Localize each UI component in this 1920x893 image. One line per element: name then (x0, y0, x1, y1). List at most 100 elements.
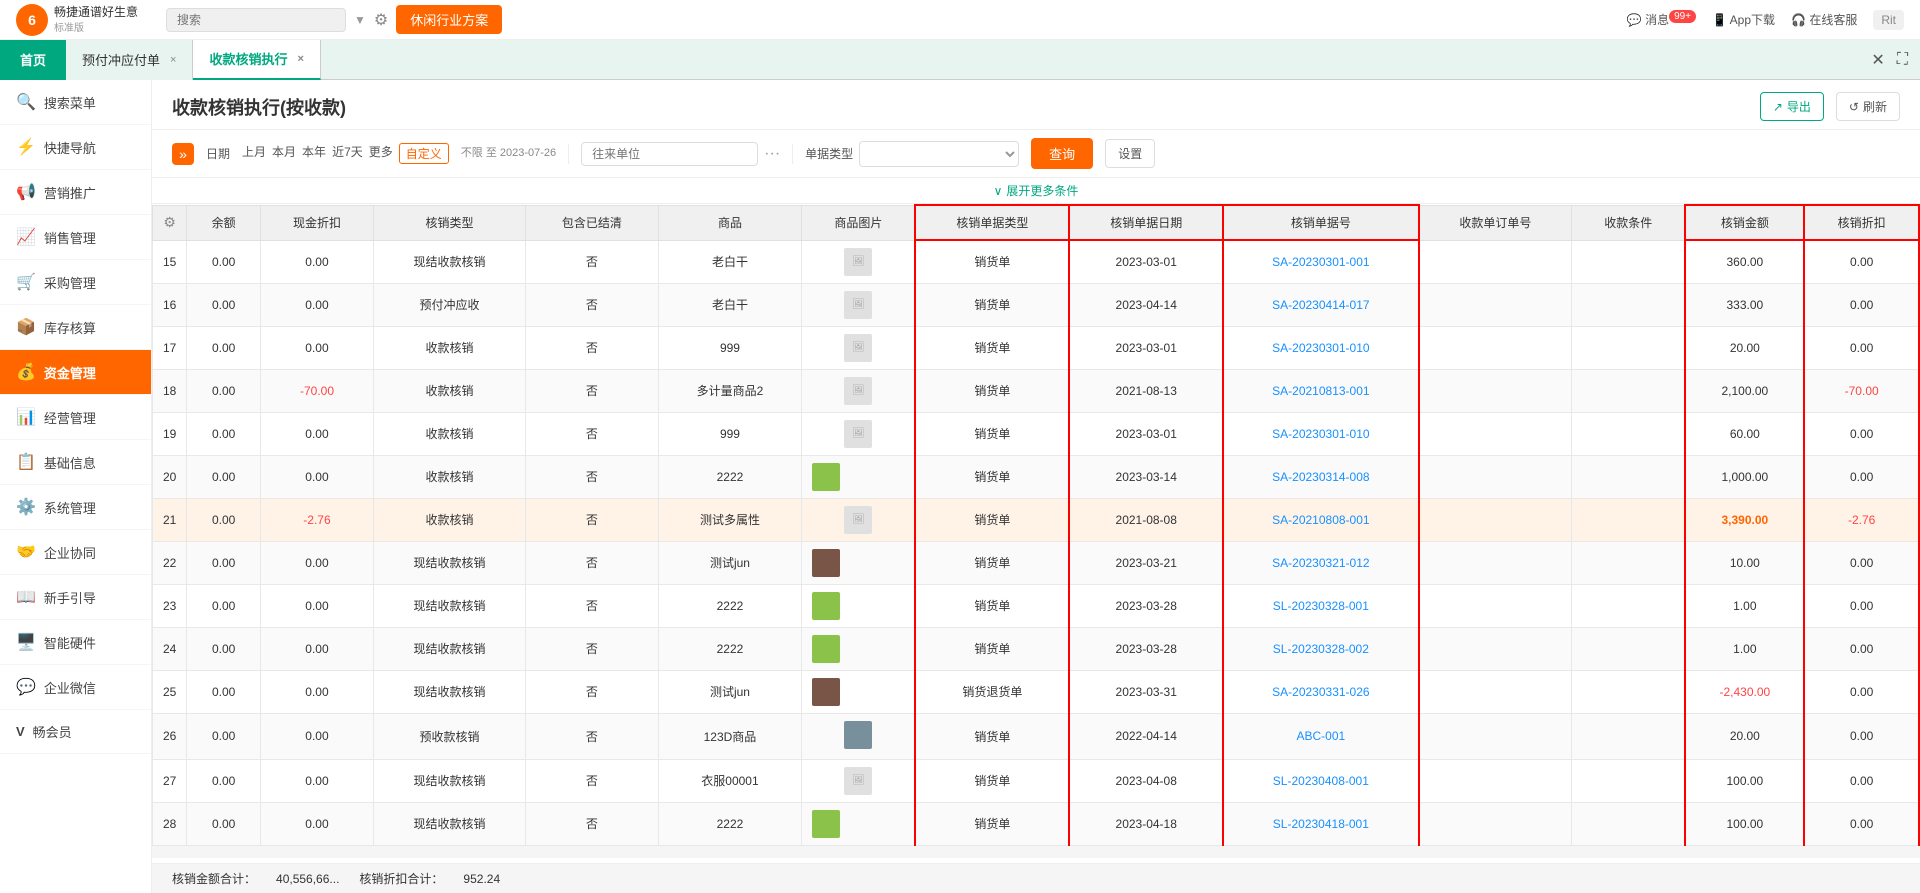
cell-bill-date: 2021-08-13 (1069, 369, 1223, 412)
bill-no-link[interactable]: SL-20230408-001 (1273, 774, 1369, 788)
cell-balance: 0.00 (187, 541, 261, 584)
sidebar-item-finance[interactable]: 💰 资金管理 (0, 350, 151, 395)
horizontal-scrollbar[interactable] (152, 846, 1920, 858)
bill-no-link[interactable]: SA-20230414-017 (1272, 298, 1369, 312)
product-img (844, 721, 872, 749)
partner-dots[interactable]: ··· (764, 145, 780, 163)
sidebar-item-system[interactable]: ⚙️ 系统管理 (0, 485, 151, 530)
cell-bill-no[interactable]: SL-20230328-002 (1223, 627, 1418, 670)
sidebar-item-wechat[interactable]: 💬 企业微信 (0, 665, 151, 710)
cell-bill-no[interactable]: SA-20230301-010 (1223, 326, 1418, 369)
tab-cancel-close[interactable]: × (297, 53, 303, 65)
cell-bill-no[interactable]: SL-20230408-001 (1223, 759, 1418, 802)
refresh-btn[interactable]: ↺ 刷新 (1836, 92, 1900, 121)
cell-id: 16 (153, 283, 187, 326)
partner-group: ··· (581, 142, 780, 166)
online-service-link[interactable]: 🎧 在线客服 (1791, 11, 1857, 28)
th-gear[interactable]: ⚙ (153, 205, 187, 240)
sidebar-item-search[interactable]: 🔍 搜索菜单 (0, 80, 151, 125)
date-this-year[interactable]: 本年 (302, 143, 326, 164)
cell-bill-no[interactable]: SA-20230331-026 (1223, 670, 1418, 713)
cell-condition (1572, 326, 1686, 369)
expand-conditions-btn[interactable]: ∨ 展开更多条件 (994, 182, 1079, 199)
cell-product: 123D商品 (658, 713, 801, 759)
bill-no-link[interactable]: SA-20230331-026 (1272, 685, 1369, 699)
cell-bill-no[interactable]: SA-20230314-008 (1223, 455, 1418, 498)
settings-btn[interactable]: 设置 (1105, 139, 1155, 168)
table-row: 24 0.00 0.00 现结收款核销 否 2222 销货单 2023-03-2… (153, 627, 1920, 670)
cell-id: 28 (153, 802, 187, 845)
cell-condition (1572, 541, 1686, 584)
cell-bill-no[interactable]: SA-20210808-001 (1223, 498, 1418, 541)
cell-bill-no[interactable]: SA-20230414-017 (1223, 283, 1418, 326)
tab-home[interactable]: 首页 (0, 40, 66, 80)
partner-input[interactable] (581, 142, 758, 166)
bill-no-link[interactable]: SL-20230328-002 (1273, 642, 1369, 656)
filter-expand-btn[interactable]: » (172, 143, 194, 165)
cell-cancel-type: 收款核销 (373, 326, 525, 369)
bill-no-link[interactable]: ABC-001 (1297, 729, 1346, 743)
sidebar-item-operation[interactable]: 📊 经营管理 (0, 395, 151, 440)
date-custom-btn[interactable]: 自定义 (399, 143, 449, 164)
sidebar-item-purchase[interactable]: 🛒 采购管理 (0, 260, 151, 305)
sidebar-item-nav[interactable]: ⚡ 快捷导航 (0, 125, 151, 170)
sidebar-item-collab[interactable]: 🤝 企业协同 (0, 530, 151, 575)
gear-col-icon[interactable]: ⚙ (163, 214, 176, 230)
sidebar-item-inventory[interactable]: 📦 库存核算 (0, 305, 151, 350)
tab-close-window-btn[interactable]: ✕ (1867, 48, 1888, 72)
cell-discount: 0.00 (1804, 541, 1919, 584)
cell-bill-no[interactable]: SA-20230321-012 (1223, 541, 1418, 584)
bill-no-link[interactable]: SL-20230328-001 (1273, 599, 1369, 613)
cell-bill-no[interactable]: ABC-001 (1223, 713, 1418, 759)
cell-cash-discount: -2.76 (261, 498, 374, 541)
export-btn[interactable]: ↗ 导出 (1760, 92, 1824, 121)
sidebar-item-wechat-label: 企业微信 (44, 678, 96, 697)
bill-type-select[interactable] (859, 141, 1019, 167)
cell-bill-no[interactable]: SL-20230328-001 (1223, 584, 1418, 627)
date-last-month[interactable]: 上月 (242, 143, 266, 164)
sidebar-item-basic[interactable]: 📋 基础信息 (0, 440, 151, 485)
message-link[interactable]: 💬 消息99+ (1627, 11, 1696, 28)
sidebar-item-guide[interactable]: 📖 新手引导 (0, 575, 151, 620)
sidebar-item-hardware[interactable]: 🖥️ 智能硬件 (0, 620, 151, 665)
cell-product: 999 (658, 412, 801, 455)
bill-no-link[interactable]: SA-20210808-001 (1272, 513, 1369, 527)
cell-bill-no[interactable]: SA-20230301-010 (1223, 412, 1418, 455)
cell-order-no (1419, 584, 1572, 627)
date-this-month[interactable]: 本月 (272, 143, 296, 164)
gear-icon[interactable]: ⚙ (374, 10, 388, 30)
cell-balance: 0.00 (187, 584, 261, 627)
cell-condition (1572, 713, 1686, 759)
user-display[interactable]: Rit (1873, 10, 1904, 30)
app-download-link[interactable]: 📱 App下载 (1712, 11, 1775, 28)
th-balance: 余额 (187, 205, 261, 240)
cell-included: 否 (526, 412, 659, 455)
bill-no-link[interactable]: SA-20230301-001 (1272, 255, 1369, 269)
tab-cancel[interactable]: 收款核销执行 × (193, 40, 320, 80)
bill-no-link[interactable]: SA-20230314-008 (1272, 470, 1369, 484)
bill-no-link[interactable]: SL-20230418-001 (1273, 817, 1369, 831)
cell-bill-no[interactable]: SA-20230301-001 (1223, 240, 1418, 283)
date-more[interactable]: 更多 (369, 143, 393, 164)
bill-no-link[interactable]: SA-20230321-012 (1272, 556, 1369, 570)
bill-no-link[interactable]: SA-20230301-010 (1272, 341, 1369, 355)
industry-btn[interactable]: 休闲行业方案 (396, 5, 502, 34)
tab-prepay-close[interactable]: × (170, 54, 176, 66)
tab-prepay[interactable]: 预付冲应付单 × (66, 40, 193, 80)
sidebar-item-vip[interactable]: V 畅会员 (0, 710, 151, 754)
cell-balance: 0.00 (187, 412, 261, 455)
cell-balance: 0.00 (187, 802, 261, 845)
date-7days[interactable]: 近7天 (332, 143, 363, 164)
query-btn[interactable]: 查询 (1031, 138, 1093, 169)
bill-no-link[interactable]: SA-20210813-001 (1272, 384, 1369, 398)
cell-bill-no[interactable]: SL-20230418-001 (1223, 802, 1418, 845)
chevron-down-icon: ∨ (994, 184, 1003, 198)
top-search-input[interactable] (166, 8, 346, 32)
sidebar-item-sales[interactable]: 📈 销售管理 (0, 215, 151, 260)
tab-maximize-btn[interactable]: ⛶ (1893, 49, 1912, 71)
bill-no-link[interactable]: SA-20230301-010 (1272, 427, 1369, 441)
cell-product-img: 🖼 (802, 283, 916, 326)
cell-bill-no[interactable]: SA-20210813-001 (1223, 369, 1418, 412)
sidebar-item-marketing[interactable]: 📢 营销推广 (0, 170, 151, 215)
cell-cancel-type: 现结收款核销 (373, 759, 525, 802)
